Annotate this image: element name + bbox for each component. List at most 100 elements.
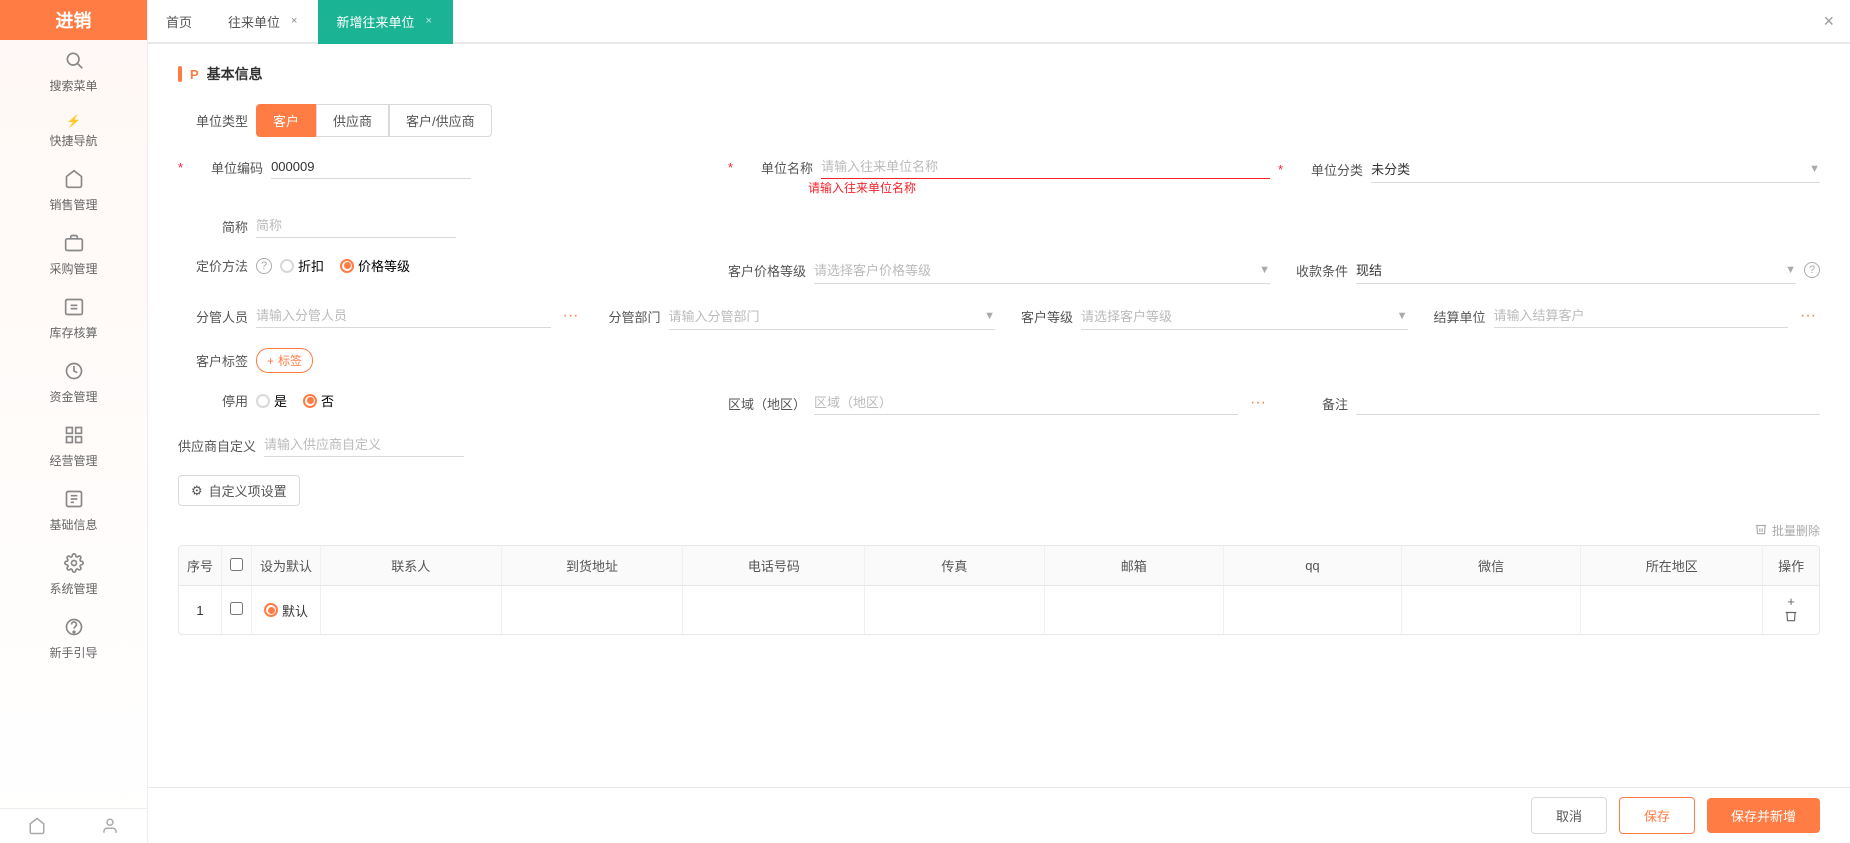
phone-input[interactable] bbox=[691, 603, 856, 618]
sidebar-item-inventory[interactable]: 库存核算 bbox=[0, 287, 147, 351]
customer-price-level-field: 客户价格等级 请选择客户价格等级 ▼ bbox=[728, 256, 1270, 284]
section-title: P 基本信息 bbox=[178, 64, 1820, 84]
department-select[interactable]: 请输入分管部门 ▼ bbox=[669, 302, 996, 330]
operations-icon bbox=[64, 425, 84, 448]
manager-more-btn[interactable]: ··· bbox=[559, 307, 583, 325]
col-fax: 传真 bbox=[865, 546, 1044, 586]
unit-type-field: 单位类型 客户 供应商 客户/供应商 bbox=[178, 104, 1820, 137]
unit-category-required: * bbox=[1278, 162, 1283, 177]
sidebar-item-search-menu[interactable]: 搜索菜单 bbox=[0, 40, 147, 104]
payment-terms-select[interactable]: 现结 ▼ bbox=[1356, 256, 1796, 284]
pricing-method-radio-group: 折扣 价格等级 bbox=[280, 256, 410, 275]
fax-input[interactable] bbox=[873, 603, 1035, 618]
cell-checkbox bbox=[222, 586, 252, 635]
cell-contact[interactable] bbox=[321, 586, 502, 635]
sidebar-item-system-label: 系统管理 bbox=[49, 580, 97, 597]
add-tag-button[interactable]: + 标签 bbox=[256, 348, 313, 373]
cell-address[interactable] bbox=[501, 586, 683, 635]
type-btn-both[interactable]: 客户/供应商 bbox=[389, 104, 492, 137]
unit-name-field-wrap: * 单位名称 请输入往来单位名称 bbox=[728, 155, 1270, 196]
gear-icon: ⚙ bbox=[191, 483, 203, 499]
sidebar-item-system[interactable]: 系统管理 bbox=[0, 543, 147, 607]
sidebar-item-sales[interactable]: 销售管理 bbox=[0, 159, 147, 223]
sidebar-logo: 进销 bbox=[0, 0, 147, 40]
unit-code-label: 单位编码 bbox=[193, 158, 263, 177]
sidebar-item-purchase-label: 采购管理 bbox=[49, 260, 97, 277]
sidebar-item-finance[interactable]: 资金管理 bbox=[0, 351, 147, 415]
unit-name-input[interactable] bbox=[821, 155, 1270, 179]
sidebar: 进销 搜索菜单 ⚡ 快捷导航 销售管理 采购管理 库存核算 资金管理 bbox=[0, 0, 148, 843]
save-button[interactable]: 保存 bbox=[1619, 797, 1695, 834]
contact-input[interactable] bbox=[329, 603, 493, 618]
delete-row-btn[interactable] bbox=[1784, 611, 1798, 626]
window-close-button[interactable]: × bbox=[1807, 0, 1850, 42]
supplier-custom-field: 供应商自定义 bbox=[178, 433, 1820, 457]
disabled-no-radio[interactable]: 否 bbox=[303, 391, 334, 410]
cell-area[interactable] bbox=[1581, 586, 1763, 635]
customer-level-select[interactable]: 请选择客户等级 ▼ bbox=[1081, 302, 1408, 330]
region-more-btn[interactable]: ··· bbox=[1246, 394, 1270, 412]
tag-add-icon: + bbox=[267, 354, 274, 368]
settlement-unit-more-btn[interactable]: ··· bbox=[1796, 307, 1820, 325]
customer-price-level-select[interactable]: 请选择客户价格等级 ▼ bbox=[814, 256, 1270, 284]
default-radio[interactable]: 默认 bbox=[260, 601, 312, 620]
wechat-input[interactable] bbox=[1410, 603, 1572, 618]
sidebar-item-operations[interactable]: 经营管理 bbox=[0, 415, 147, 479]
remarks-input[interactable] bbox=[1356, 391, 1820, 415]
type-btn-customer[interactable]: 客户 bbox=[256, 104, 316, 137]
unit-code-input[interactable] bbox=[271, 155, 471, 179]
tab-partners-close[interactable]: × bbox=[288, 14, 300, 28]
disabled-yes-radio[interactable]: 是 bbox=[256, 391, 287, 410]
unit-name-error-msg: 请输入往来单位名称 bbox=[808, 181, 916, 195]
qq-input[interactable] bbox=[1232, 603, 1393, 618]
sidebar-item-purchase[interactable]: 采购管理 bbox=[0, 223, 147, 287]
home-bottom-btn[interactable] bbox=[28, 817, 46, 835]
save-new-button[interactable]: 保存并新增 bbox=[1707, 798, 1820, 833]
sidebar-item-guide[interactable]: 新手引导 bbox=[0, 607, 147, 671]
batch-delete-label[interactable]: 批量删除 bbox=[1772, 522, 1820, 539]
cell-email[interactable] bbox=[1044, 586, 1223, 635]
tab-home[interactable]: 首页 bbox=[148, 0, 210, 44]
short-name-input[interactable] bbox=[256, 214, 456, 238]
select-all-checkbox[interactable] bbox=[230, 558, 243, 571]
customer-price-level-label: 客户价格等级 bbox=[728, 261, 806, 280]
region-label: 区域（地区） bbox=[728, 394, 806, 413]
col-area: 所在地区 bbox=[1581, 546, 1763, 586]
email-input[interactable] bbox=[1053, 603, 1215, 618]
col-email: 邮箱 bbox=[1044, 546, 1223, 586]
unit-category-select[interactable]: 未分类 ▼ bbox=[1371, 155, 1820, 183]
type-btn-supplier[interactable]: 供应商 bbox=[316, 104, 389, 137]
cell-wechat[interactable] bbox=[1402, 586, 1581, 635]
sidebar-item-basic[interactable]: 基础信息 bbox=[0, 479, 147, 543]
unit-type-label: 单位类型 bbox=[178, 111, 248, 130]
supplier-custom-input[interactable] bbox=[264, 433, 464, 457]
custom-settings-button[interactable]: ⚙ 自定义项设置 bbox=[178, 475, 300, 506]
settlement-unit-input[interactable] bbox=[1494, 304, 1789, 328]
cell-fax[interactable] bbox=[865, 586, 1044, 635]
address-input[interactable] bbox=[510, 603, 675, 618]
tab-partners[interactable]: 往来单位 × bbox=[210, 0, 318, 44]
unit-type-btn-group: 客户 供应商 客户/供应商 bbox=[256, 104, 492, 137]
short-name-label: 简称 bbox=[178, 217, 248, 236]
cell-qq[interactable] bbox=[1223, 586, 1401, 635]
row-checkbox[interactable] bbox=[230, 602, 243, 615]
tab-new-partner[interactable]: 新增往来单位 × bbox=[318, 0, 452, 44]
user-bottom-btn[interactable] bbox=[101, 817, 119, 835]
manager-input[interactable] bbox=[256, 304, 551, 328]
remarks-field: 备注 bbox=[1278, 391, 1820, 415]
add-row-btn[interactable]: + bbox=[1787, 594, 1795, 609]
tab-new-partner-close[interactable]: × bbox=[422, 14, 434, 28]
table-header-row: 序号 设为默认 联系人 到货地址 电话号码 传真 邮箱 qq 微信 所在地区 bbox=[179, 546, 1819, 586]
area-input[interactable] bbox=[1589, 603, 1754, 618]
sidebar-item-quick-nav[interactable]: ⚡ 快捷导航 bbox=[0, 104, 147, 159]
pricing-level-radio[interactable]: 价格等级 bbox=[340, 256, 410, 275]
region-input[interactable] bbox=[814, 391, 1238, 415]
pricing-method-help[interactable]: ? bbox=[256, 258, 272, 274]
cell-phone[interactable] bbox=[683, 586, 865, 635]
cancel-button[interactable]: 取消 bbox=[1531, 797, 1607, 834]
customer-level-field: 客户等级 请选择客户等级 ▼ bbox=[1003, 302, 1408, 330]
pricing-discount-radio[interactable]: 折扣 bbox=[280, 256, 324, 275]
batch-delete-icon bbox=[1754, 522, 1768, 539]
payment-terms-help[interactable]: ? bbox=[1804, 262, 1820, 278]
footer-bar: 取消 保存 保存并新增 bbox=[148, 787, 1850, 843]
